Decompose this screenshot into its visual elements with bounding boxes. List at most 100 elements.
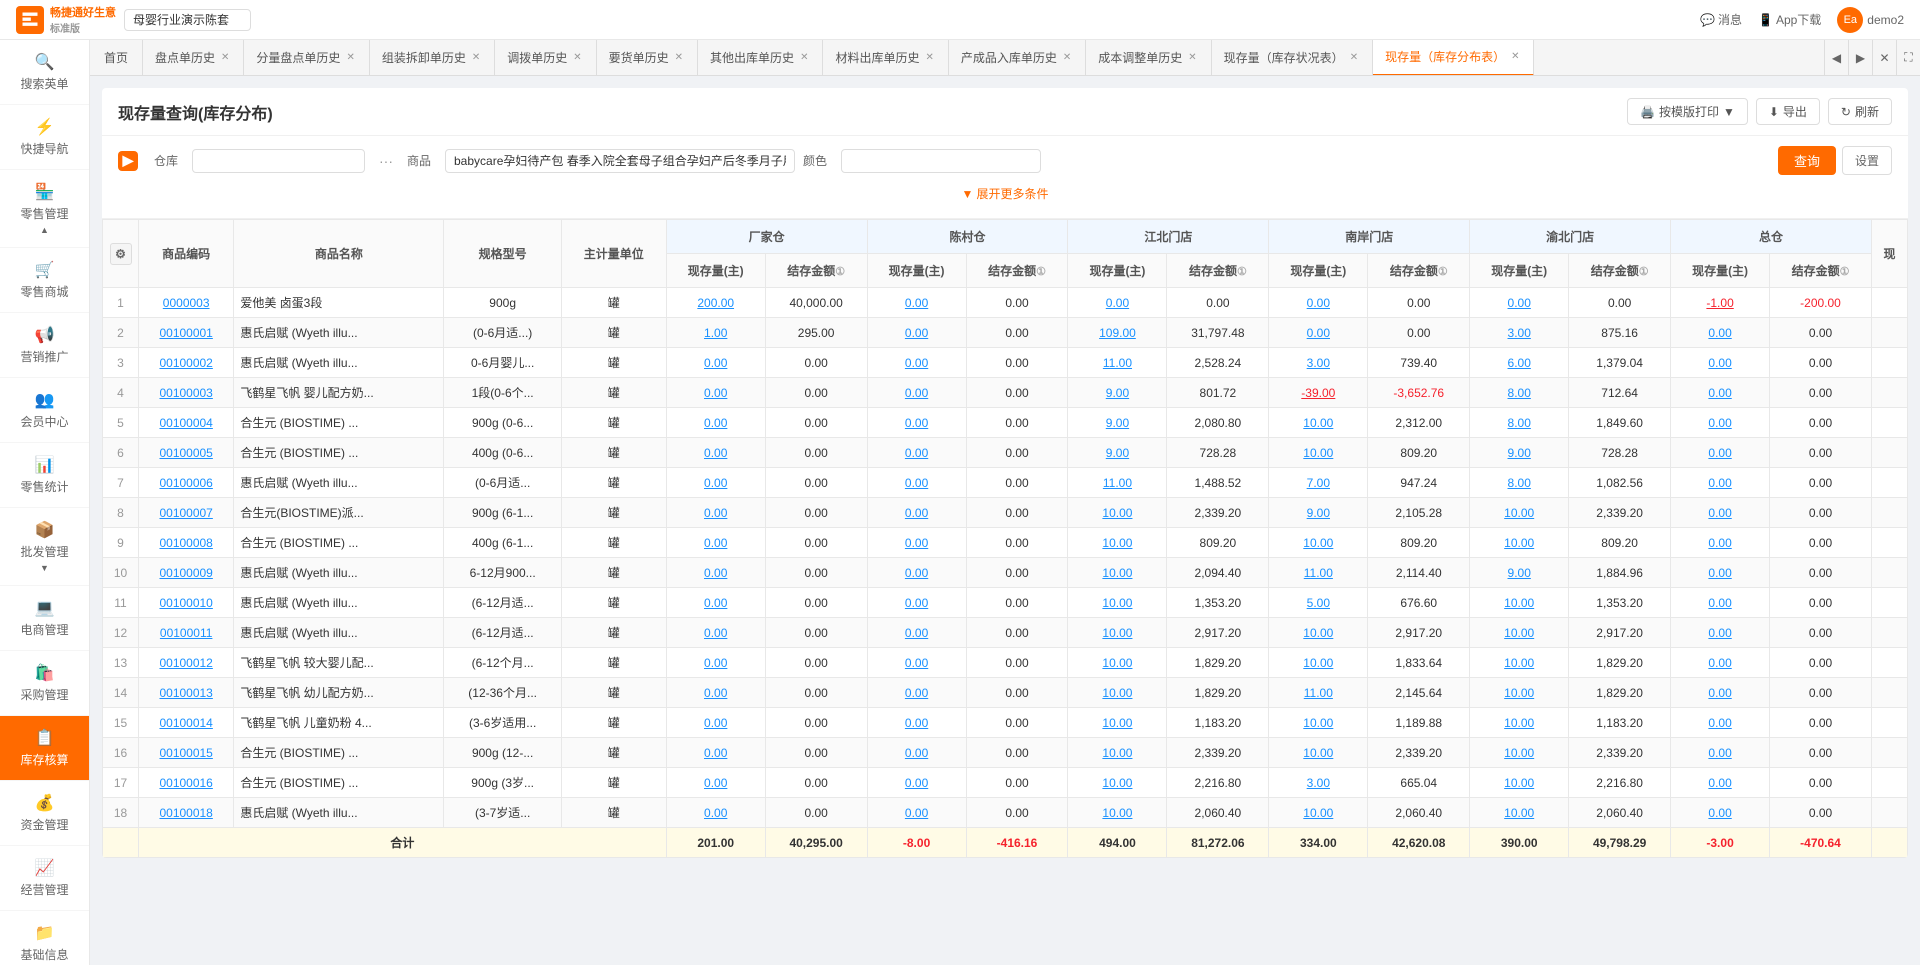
- row-yubei-qty[interactable]: 10.00: [1470, 708, 1569, 738]
- row-nanan-qty[interactable]: 10.00: [1269, 618, 1368, 648]
- row-chen-qty[interactable]: 0.00: [867, 558, 966, 588]
- row-factory-qty[interactable]: 0.00: [666, 528, 765, 558]
- row-total-qty[interactable]: 0.00: [1671, 588, 1770, 618]
- sidebar-item-wholesale[interactable]: 📦 批发管理 ▼: [0, 508, 89, 586]
- row-factory-qty[interactable]: 0.00: [666, 408, 765, 438]
- row-nanan-qty[interactable]: -39.00: [1269, 378, 1368, 408]
- row-yubei-qty[interactable]: 10.00: [1470, 768, 1569, 798]
- row-chen-qty[interactable]: 0.00: [867, 768, 966, 798]
- row-yubei-qty[interactable]: 8.00: [1470, 468, 1569, 498]
- row-chen-qty[interactable]: 0.00: [867, 408, 966, 438]
- sidebar-item-marketing[interactable]: 📢 营销推广: [0, 313, 89, 378]
- user-avatar[interactable]: Ea demo2: [1837, 7, 1904, 33]
- row-chen-qty[interactable]: 0.00: [867, 678, 966, 708]
- tab-material-out[interactable]: 材料出库单历史 ✕: [823, 40, 948, 76]
- row-total-qty[interactable]: 0.00: [1671, 408, 1770, 438]
- row-yubei-qty[interactable]: 3.00: [1470, 318, 1569, 348]
- row-yubei-qty[interactable]: 10.00: [1470, 738, 1569, 768]
- tab-cost-adjust[interactable]: 成本调整单历史 ✕: [1086, 40, 1211, 76]
- th-settings[interactable]: ⚙: [103, 220, 139, 288]
- tab-close-material-out[interactable]: ✕: [923, 51, 935, 64]
- row-jiangbei-qty[interactable]: 10.00: [1068, 678, 1167, 708]
- row-total-qty[interactable]: 0.00: [1671, 438, 1770, 468]
- row-chen-qty[interactable]: 0.00: [867, 318, 966, 348]
- row-total-qty[interactable]: 0.00: [1671, 318, 1770, 348]
- row-jiangbei-qty[interactable]: 11.00: [1068, 468, 1167, 498]
- tab-close-all-btn[interactable]: ✕: [1872, 40, 1896, 76]
- row-factory-qty[interactable]: 0.00: [666, 738, 765, 768]
- row-nanan-qty[interactable]: 0.00: [1269, 288, 1368, 318]
- export-btn[interactable]: ⬇ 导出: [1756, 98, 1820, 125]
- tab-close-transfer[interactable]: ✕: [571, 51, 583, 64]
- row-chen-qty[interactable]: 0.00: [867, 378, 966, 408]
- row-jiangbei-qty[interactable]: 10.00: [1068, 798, 1167, 828]
- row-total-qty[interactable]: 0.00: [1671, 738, 1770, 768]
- row-jiangbei-qty[interactable]: 10.00: [1068, 768, 1167, 798]
- row-nanan-qty[interactable]: 0.00: [1269, 318, 1368, 348]
- total-amt-info[interactable]: ①: [1840, 266, 1850, 278]
- row-jiangbei-qty[interactable]: 10.00: [1068, 708, 1167, 738]
- row-factory-qty[interactable]: 0.00: [666, 798, 765, 828]
- row-code[interactable]: 00100011: [139, 618, 234, 648]
- row-jiangbei-qty[interactable]: 11.00: [1068, 348, 1167, 378]
- row-total-qty[interactable]: 0.00: [1671, 618, 1770, 648]
- sidebar-item-basic[interactable]: 📁 基础信息: [0, 911, 89, 965]
- sidebar-item-inventory[interactable]: 📋 库存核算: [0, 716, 89, 781]
- tab-combo-split[interactable]: 组装拆卸单历史 ✕: [370, 40, 495, 76]
- refresh-btn[interactable]: ↻ 刷新: [1828, 98, 1892, 125]
- row-code[interactable]: 00100002: [139, 348, 234, 378]
- row-yubei-qty[interactable]: 6.00: [1470, 348, 1569, 378]
- tab-requisition[interactable]: 要货单历史 ✕: [597, 40, 698, 76]
- row-code[interactable]: 00100001: [139, 318, 234, 348]
- row-code[interactable]: 00100005: [139, 438, 234, 468]
- row-total-qty[interactable]: 0.00: [1671, 528, 1770, 558]
- warehouse-input[interactable]: [192, 149, 365, 173]
- row-nanan-qty[interactable]: 10.00: [1269, 438, 1368, 468]
- row-chen-qty[interactable]: 0.00: [867, 588, 966, 618]
- sidebar-item-retail-mall[interactable]: 🛒 零售商城: [0, 248, 89, 313]
- row-nanan-qty[interactable]: 11.00: [1269, 558, 1368, 588]
- row-jiangbei-qty[interactable]: 9.00: [1068, 438, 1167, 468]
- print-btn[interactable]: 🖨️ 按模版打印 ▼: [1627, 98, 1748, 125]
- expand-conditions-btn[interactable]: ▼ 展开更多条件: [954, 181, 1057, 206]
- row-yubei-qty[interactable]: 10.00: [1470, 588, 1569, 618]
- tab-close-combo-split[interactable]: ✕: [470, 51, 482, 64]
- tab-next-btn[interactable]: ▶: [1848, 40, 1872, 76]
- sidebar-item-purchase[interactable]: 🛍️ 采购管理: [0, 651, 89, 716]
- row-nanan-qty[interactable]: 10.00: [1269, 408, 1368, 438]
- tab-stock-dist[interactable]: 现存量（库存分布表） ✕: [1373, 40, 1534, 76]
- row-total-qty[interactable]: 0.00: [1671, 348, 1770, 378]
- row-total-qty[interactable]: 0.00: [1671, 648, 1770, 678]
- tab-prev-btn[interactable]: ◀: [1824, 40, 1848, 76]
- color-input[interactable]: [841, 149, 1041, 173]
- row-factory-qty[interactable]: 0.00: [666, 768, 765, 798]
- tab-transfer[interactable]: 调拨单历史 ✕: [495, 40, 596, 76]
- column-settings-icon[interactable]: ⚙: [110, 243, 132, 265]
- tab-stock-status[interactable]: 现存量（库存状况表） ✕: [1212, 40, 1373, 76]
- row-jiangbei-qty[interactable]: 10.00: [1068, 648, 1167, 678]
- sidebar-item-retail-mgmt[interactable]: 🏪 零售管理 ▲: [0, 170, 89, 248]
- row-code[interactable]: 00100007: [139, 498, 234, 528]
- row-nanan-qty[interactable]: 10.00: [1269, 648, 1368, 678]
- row-jiangbei-qty[interactable]: 10.00: [1068, 498, 1167, 528]
- sidebar-item-member[interactable]: 👥 会员中心: [0, 378, 89, 443]
- row-factory-qty[interactable]: 0.00: [666, 378, 765, 408]
- row-factory-qty[interactable]: 0.00: [666, 558, 765, 588]
- factory-amt-info[interactable]: ①: [835, 266, 845, 278]
- row-jiangbei-qty[interactable]: 10.00: [1068, 528, 1167, 558]
- row-nanan-qty[interactable]: 7.00: [1269, 468, 1368, 498]
- row-code[interactable]: 00100018: [139, 798, 234, 828]
- row-yubei-qty[interactable]: 0.00: [1470, 288, 1569, 318]
- app-download-btn[interactable]: 📱 App下载: [1758, 11, 1821, 28]
- row-jiangbei-qty[interactable]: 10.00: [1068, 558, 1167, 588]
- jiangbei-amt-info[interactable]: ①: [1237, 266, 1247, 278]
- yubei-amt-info[interactable]: ①: [1639, 266, 1649, 278]
- row-code[interactable]: 00100012: [139, 648, 234, 678]
- row-total-qty[interactable]: 0.00: [1671, 768, 1770, 798]
- row-chen-qty[interactable]: 0.00: [867, 288, 966, 318]
- row-factory-qty[interactable]: 0.00: [666, 498, 765, 528]
- row-jiangbei-qty[interactable]: 9.00: [1068, 408, 1167, 438]
- row-jiangbei-qty[interactable]: 10.00: [1068, 738, 1167, 768]
- store-select[interactable]: 母婴行业演示陈套: [124, 9, 251, 31]
- row-yubei-qty[interactable]: 10.00: [1470, 648, 1569, 678]
